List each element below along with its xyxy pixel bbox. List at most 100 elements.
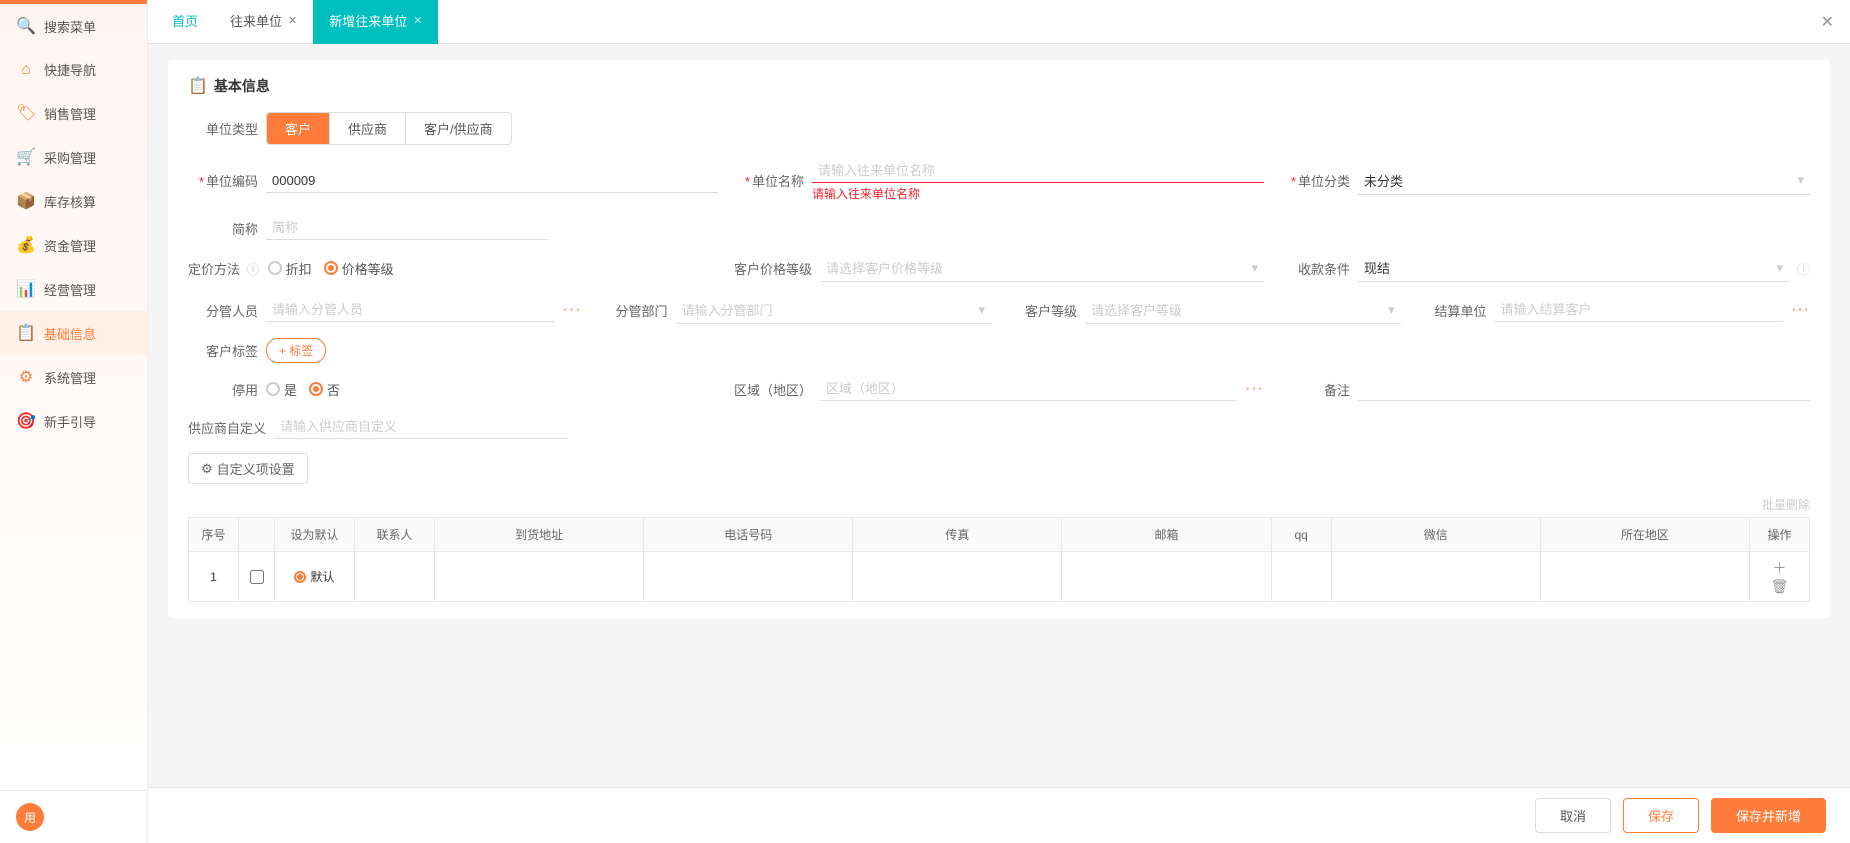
unit-name-wrapper: 请输入往来单位名称 xyxy=(812,159,1264,202)
email-input[interactable] xyxy=(1068,570,1264,584)
cell-contact[interactable] xyxy=(355,552,435,602)
settlement-more-icon[interactable]: ··· xyxy=(1791,301,1810,319)
unit-category-select[interactable]: 未分类 ▾ xyxy=(1358,167,1810,195)
address-input[interactable] xyxy=(441,570,637,584)
default-label: 默认 xyxy=(310,568,334,585)
sidebar-item-search[interactable]: 🔍 搜索菜单 xyxy=(0,4,147,48)
type-btn-customer[interactable]: 客户 xyxy=(267,113,330,144)
sidebar-item-operations[interactable]: 📊 经营管理 xyxy=(0,267,147,311)
wechat-input[interactable] xyxy=(1338,570,1534,584)
row-region-input[interactable] xyxy=(1547,570,1743,584)
row-checkbox[interactable] xyxy=(250,570,264,584)
qq-input[interactable] xyxy=(1278,570,1325,584)
gear-settings-icon: ⚙ xyxy=(201,461,213,477)
disabled-radio-no[interactable]: 否 xyxy=(309,380,340,399)
yes-radio-circle xyxy=(266,382,280,396)
manager-input[interactable] xyxy=(266,298,555,322)
customer-level-label: 客户等级 xyxy=(1007,301,1077,320)
region-more-icon[interactable]: ··· xyxy=(1245,380,1264,398)
custom-settings-button[interactable]: ⚙ 自定义项设置 xyxy=(188,453,308,484)
sidebar-item-system[interactable]: ⚙ 系统管理 xyxy=(0,355,147,399)
tab-home[interactable]: 首页 xyxy=(156,0,214,44)
customer-price-level-select[interactable]: 请选择客户价格等级 ▾ xyxy=(820,254,1264,282)
cell-default: 默认 xyxy=(275,552,355,602)
close-contacts-icon[interactable]: ✕ xyxy=(288,14,297,27)
tab-contacts[interactable]: 往来单位 ✕ xyxy=(214,0,313,44)
basic-info-section: 📋 基本信息 单位类型 客户 供应商 客户/供应商 *单位编码 xyxy=(168,60,1830,618)
sidebar-item-finance[interactable]: 💰 资金管理 xyxy=(0,223,147,267)
delete-row-button[interactable]: 🗑 xyxy=(1768,578,1792,595)
cell-fax[interactable] xyxy=(853,552,1062,602)
supplier-custom-field: 供应商自定义 xyxy=(188,415,568,439)
col-contact: 联系人 xyxy=(355,518,435,552)
manager-more-icon[interactable]: ··· xyxy=(563,301,582,319)
box-icon: 📦 xyxy=(16,191,36,211)
save-new-button[interactable]: 保存并新增 xyxy=(1711,798,1826,833)
contact-input[interactable] xyxy=(361,570,428,584)
sidebar-item-quicknav[interactable]: ⌂ 快捷导航 xyxy=(0,48,147,91)
sidebar-item-inventory[interactable]: 📦 库存核算 xyxy=(0,179,147,223)
remark-input[interactable] xyxy=(1358,377,1810,401)
cell-wechat[interactable] xyxy=(1331,552,1540,602)
add-row-button[interactable]: ＋ xyxy=(1770,558,1790,578)
footer: 取消 保存 保存并新增 xyxy=(148,787,1850,843)
tag-icon: 🏷 xyxy=(16,103,36,123)
payment-help-icon[interactable]: ⓘ xyxy=(1797,259,1810,278)
payment-terms-select[interactable]: 现结 ▾ xyxy=(1358,254,1789,282)
unit-name-input[interactable] xyxy=(812,159,1264,183)
close-new-contact-icon[interactable]: ✕ xyxy=(413,14,422,27)
default-radio-circle[interactable] xyxy=(294,571,306,583)
sidebar-item-sales[interactable]: 🏷 销售管理 xyxy=(0,91,147,135)
table-toolbar: 批量删除 xyxy=(188,496,1810,513)
col-default: 设为默认 xyxy=(275,518,355,552)
tab-new-contact[interactable]: 新增往来单位 ✕ xyxy=(313,0,438,44)
cell-checkbox[interactable] xyxy=(239,552,275,602)
region-input[interactable] xyxy=(820,377,1237,401)
cell-region[interactable] xyxy=(1540,552,1749,602)
pricing-radio-discount[interactable]: 折扣 xyxy=(268,259,312,278)
region-label: 区域（地区） xyxy=(734,380,812,399)
region-field: 区域（地区） ··· xyxy=(734,377,1264,401)
tab-contacts-label: 往来单位 xyxy=(230,11,282,30)
payment-terms-value: 现结 xyxy=(1364,258,1772,277)
save-button[interactable]: 保存 xyxy=(1623,798,1699,833)
settlement-unit-input[interactable] xyxy=(1495,298,1784,322)
pricing-radio-level[interactable]: 价格等级 xyxy=(324,259,394,278)
unit-code-input[interactable] xyxy=(266,169,718,193)
tab-home-label: 首页 xyxy=(172,11,198,30)
sidebar-item-guide[interactable]: 🎯 新手引导 xyxy=(0,399,147,443)
pricing-help-icon[interactable]: ⓘ xyxy=(247,262,260,277)
tabbar-close-icon[interactable]: ✕ xyxy=(1813,8,1842,36)
add-tag-button[interactable]: + 标签 xyxy=(266,338,326,363)
manager-row: 分管人员 ··· 分管部门 请输入分管部门 ▾ 客户等级 请选择客户等级 ▾ xyxy=(188,296,1810,324)
settlement-unit-field: 结算单位 ··· xyxy=(1417,298,1811,322)
sidebar-item-purchase[interactable]: 🛒 采购管理 xyxy=(0,135,147,179)
short-name-input[interactable] xyxy=(266,216,548,240)
cell-address[interactable] xyxy=(435,552,644,602)
cell-email[interactable] xyxy=(1062,552,1271,602)
customer-price-level-field: 客户价格等级 请选择客户价格等级 ▾ xyxy=(734,254,1264,282)
batch-delete-button[interactable]: 批量删除 xyxy=(1762,496,1810,513)
cell-phone[interactable] xyxy=(644,552,853,602)
contact-table-section: 批量删除 序号 设为默认 联系人 到货地址 电话号码 传真 邮箱 xyxy=(188,496,1810,602)
department-field: 分管部门 请输入分管部门 ▾ xyxy=(598,296,992,324)
sidebar-label-operations: 经营管理 xyxy=(44,280,96,299)
col-phone: 电话号码 xyxy=(644,518,853,552)
manager-label: 分管人员 xyxy=(188,301,258,320)
cancel-button[interactable]: 取消 xyxy=(1535,798,1611,833)
type-btn-supplier[interactable]: 供应商 xyxy=(330,113,406,144)
disabled-radio-yes[interactable]: 是 xyxy=(266,380,297,399)
customer-level-select[interactable]: 请选择客户等级 ▾ xyxy=(1085,296,1401,324)
sidebar-item-basic[interactable]: 📋 基础信息 xyxy=(0,311,147,355)
unit-name-field: *单位名称 请输入往来单位名称 xyxy=(734,159,1264,202)
department-chevron-icon: ▾ xyxy=(978,302,985,318)
level-radio-circle xyxy=(324,261,338,275)
avatar[interactable]: 用 xyxy=(16,803,44,831)
cell-qq[interactable] xyxy=(1271,552,1331,602)
type-btn-both[interactable]: 客户/供应商 xyxy=(406,113,511,144)
phone-input[interactable] xyxy=(650,570,846,584)
fax-input[interactable] xyxy=(859,570,1055,584)
tags-row: 客户标签 + 标签 xyxy=(188,338,1810,363)
supplier-custom-input[interactable] xyxy=(274,415,568,439)
department-select[interactable]: 请输入分管部门 ▾ xyxy=(676,296,992,324)
